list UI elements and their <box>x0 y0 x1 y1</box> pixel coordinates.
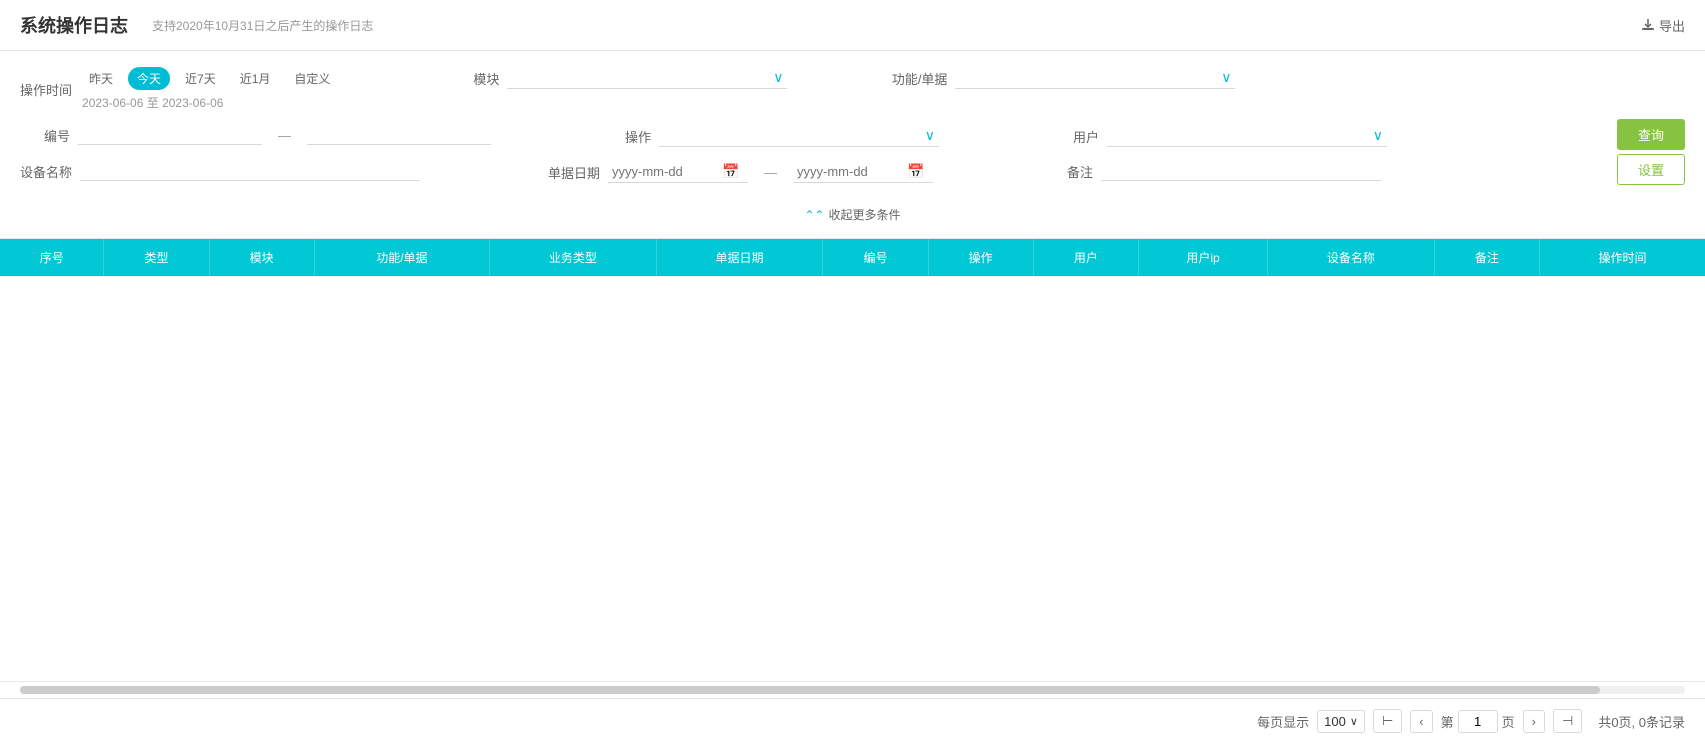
col-function: 功能/单据 <box>314 239 489 276</box>
settings-button[interactable]: 设置 <box>1617 154 1685 185</box>
collapse-label: 收起更多条件 <box>829 206 901 223</box>
page-subtitle: 支持2020年10月31日之后产生的操作日志 <box>152 17 373 34</box>
doc-date-to-input[interactable] <box>797 164 907 179</box>
col-user-ip: 用户ip <box>1138 239 1267 276</box>
time-label: 操作时间 <box>20 80 72 99</box>
doc-date-label: 单据日期 <box>530 163 600 182</box>
code-to-input[interactable] <box>307 125 491 145</box>
col-doc-date: 单据日期 <box>656 239 823 276</box>
remark-input[interactable] <box>1101 161 1381 181</box>
remark-filter-item: 备注 <box>1023 161 1381 181</box>
code-label: 编号 <box>20 126 70 145</box>
page-next-button[interactable]: › <box>1523 710 1545 733</box>
filter-row-3: 设备名称 单据日期 📅 — 📅 备注 <box>20 161 1685 183</box>
export-icon <box>1641 18 1655 32</box>
operation-label: 操作 <box>601 127 651 146</box>
filter-row-1: 操作时间 昨天 今天 近7天 近1月 自定义 2023-06-06 至 2023… <box>20 67 1685 111</box>
col-op-time: 操作时间 <box>1539 239 1705 276</box>
device-input[interactable] <box>80 161 420 181</box>
table-header: 序号 类型 模块 功能/单据 业务类型 单据日期 编号 操作 用户 用户ip 设… <box>0 239 1705 276</box>
doc-date-filter-item: 单据日期 📅 — 📅 <box>530 161 933 183</box>
module-filter-item: 模块 ∨ <box>449 67 787 89</box>
page-container: 系统操作日志 支持2020年10月31日之后产生的操作日志 导出 操作时间 昨 <box>0 0 1705 743</box>
device-filter-item: 设备名称 <box>20 161 420 181</box>
page-size-chevron-icon: ∨ <box>1350 715 1358 728</box>
col-seq: 序号 <box>0 239 104 276</box>
code-from-input[interactable] <box>78 125 262 145</box>
col-operation: 操作 <box>928 239 1033 276</box>
module-select[interactable]: ∨ <box>507 67 787 89</box>
doc-date-from-input[interactable] <box>612 164 722 179</box>
page-size-select[interactable]: 100 ∨ <box>1317 710 1365 733</box>
page-size-label: 每页显示 <box>1257 712 1309 731</box>
page-size-value: 100 <box>1324 714 1346 729</box>
calendar-from-icon[interactable]: 📅 <box>722 163 739 180</box>
function-select[interactable]: ∨ <box>955 67 1235 89</box>
module-chevron-icon: ∨ <box>773 69 783 86</box>
col-user: 用户 <box>1033 239 1138 276</box>
doc-date-dash: — <box>764 165 777 180</box>
operation-filter-item: 操作 ∨ <box>601 125 939 147</box>
empty-state <box>0 276 1705 626</box>
page-title: 系统操作日志 <box>20 12 128 38</box>
page-number-input[interactable] <box>1458 710 1498 733</box>
module-label: 模块 <box>449 69 499 88</box>
page-end-label: 页 <box>1502 712 1515 731</box>
time-filter-group: 昨天 今天 近7天 近1月 自定义 2023-06-06 至 2023-06-0… <box>80 67 339 111</box>
export-button[interactable]: 导出 <box>1641 16 1685 35</box>
scrollbar-thumb[interactable] <box>20 686 1600 694</box>
code-filter-item: 编号 — <box>20 125 491 145</box>
col-code: 编号 <box>823 239 928 276</box>
device-label: 设备名称 <box>20 162 72 181</box>
time-date-range: 2023-06-06 至 2023-06-06 <box>82 94 339 111</box>
user-filter-item: 用户 ∨ <box>1029 125 1387 147</box>
operation-select[interactable]: ∨ <box>659 125 939 147</box>
page-last-button[interactable]: ⊣ <box>1553 709 1582 733</box>
time-btn-7days[interactable]: 近7天 <box>176 67 225 90</box>
calendar-to-icon[interactable]: 📅 <box>907 163 924 180</box>
pagination-bar: 每页显示 100 ∨ ⊢ ‹ 第 页 › ⊣ 共0页, 0条记录 <box>0 698 1705 743</box>
function-filter-item: 功能/单据 ∨ <box>877 67 1235 89</box>
user-chevron-icon: ∨ <box>1373 127 1383 144</box>
col-remark: 备注 <box>1434 239 1539 276</box>
filter-wrapper: 操作时间 昨天 今天 近7天 近1月 自定义 2023-06-06 至 2023… <box>0 51 1705 239</box>
doc-date-from-wrap: 📅 <box>608 161 748 183</box>
query-button[interactable]: 查询 <box>1617 119 1685 150</box>
time-filter-item: 操作时间 昨天 今天 近7天 近1月 自定义 2023-06-06 至 2023… <box>20 67 339 111</box>
filter-row-2: 编号 — 操作 ∨ 用户 ∨ <box>20 125 1685 147</box>
function-label: 功能/单据 <box>877 69 947 88</box>
filter-area: 操作时间 昨天 今天 近7天 近1月 自定义 2023-06-06 至 2023… <box>0 51 1705 239</box>
scrollbar-track[interactable] <box>20 686 1685 694</box>
page-first-button[interactable]: ⊢ <box>1373 709 1402 733</box>
table-header-row: 序号 类型 模块 功能/单据 业务类型 单据日期 编号 操作 用户 用户ip 设… <box>0 239 1705 276</box>
scrollbar-area <box>0 681 1705 698</box>
time-btn-yesterday[interactable]: 昨天 <box>80 67 122 90</box>
remark-label: 备注 <box>1023 162 1093 181</box>
page-prev-button[interactable]: ‹ <box>1410 710 1432 733</box>
page-input-wrap: 第 页 <box>1441 710 1515 733</box>
time-btn-custom[interactable]: 自定义 <box>285 67 339 90</box>
collapse-bar: ⌃⌃ 收起更多条件 <box>20 197 1685 228</box>
table-area: 序号 类型 模块 功能/单据 业务类型 单据日期 编号 操作 用户 用户ip 设… <box>0 239 1705 681</box>
col-type: 类型 <box>104 239 209 276</box>
time-btn-today[interactable]: 今天 <box>128 67 170 90</box>
data-table: 序号 类型 模块 功能/单据 业务类型 单据日期 编号 操作 用户 用户ip 设… <box>0 239 1705 276</box>
page-total-info: 共0页, 0条记录 <box>1598 712 1685 731</box>
col-module: 模块 <box>209 239 314 276</box>
user-label: 用户 <box>1029 127 1099 146</box>
code-dash: — <box>278 128 291 143</box>
col-device: 设备名称 <box>1268 239 1435 276</box>
page-header: 系统操作日志 支持2020年10月31日之后产生的操作日志 导出 <box>0 0 1705 51</box>
user-select[interactable]: ∨ <box>1107 125 1387 147</box>
time-btn-1month[interactable]: 近1月 <box>231 67 280 90</box>
function-chevron-icon: ∨ <box>1221 69 1231 86</box>
col-biz-type: 业务类型 <box>489 239 656 276</box>
collapse-chevron-icon: ⌃⌃ <box>804 208 824 222</box>
collapse-button[interactable]: ⌃⌃ 收起更多条件 <box>792 203 912 226</box>
action-buttons: 查询 设置 <box>1617 119 1685 185</box>
time-buttons: 昨天 今天 近7天 近1月 自定义 <box>80 67 339 90</box>
page-label: 第 <box>1441 712 1454 731</box>
doc-date-to-wrap: 📅 <box>793 161 933 183</box>
operation-chevron-icon: ∨ <box>925 127 935 144</box>
